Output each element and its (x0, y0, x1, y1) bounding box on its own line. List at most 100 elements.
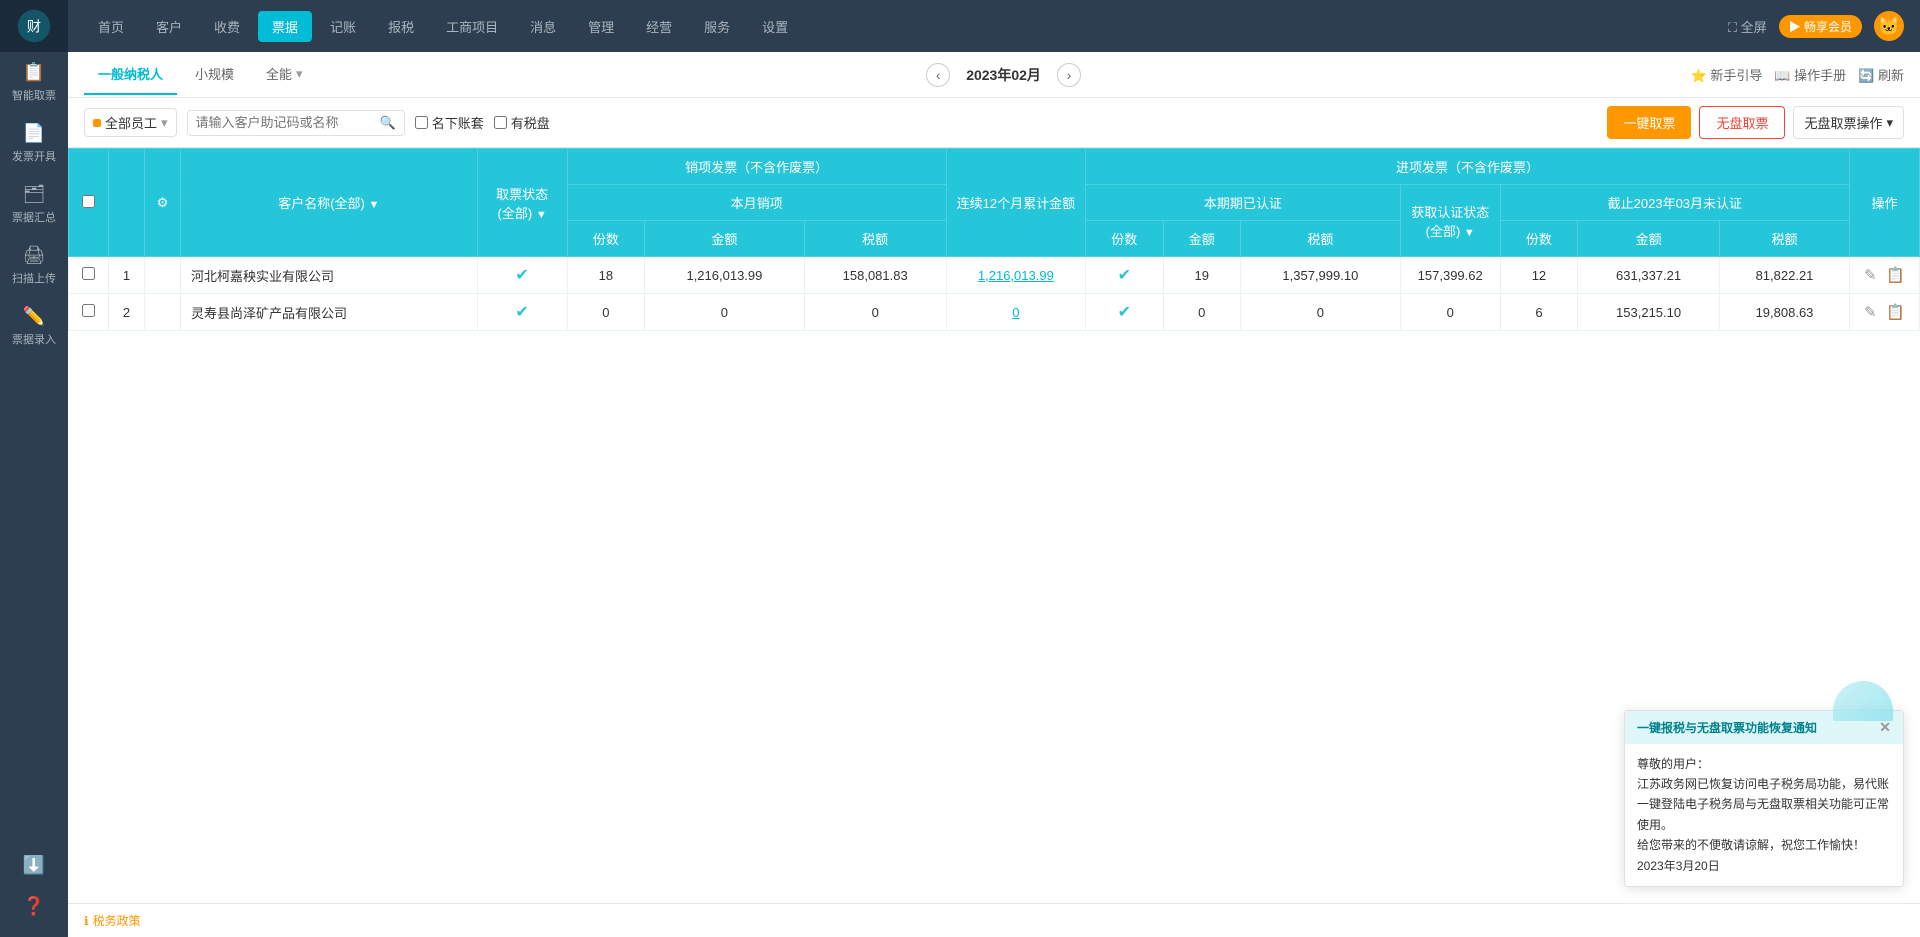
cumulative-link[interactable]: 1,216,013.99 (978, 268, 1054, 283)
notification-panel: 一键报税与无盘取票功能恢复通知 ✕ 尊敬的用户：江苏政务网已恢复访问电子税务局功… (1624, 710, 1904, 887)
sidebar-item-smart-ticket[interactable]: 📋 智能取票 (0, 52, 68, 113)
search-icon[interactable]: 🔍 (380, 115, 396, 131)
sidebar-item-download[interactable]: ⬇️ (0, 845, 68, 886)
th-sales-qty: 份数 (567, 221, 644, 257)
row-checkbox[interactable] (82, 267, 95, 280)
row-checkbox[interactable] (82, 304, 95, 317)
nav-home[interactable]: 首页 (84, 11, 138, 42)
recog-check-icon: ✔ (1118, 304, 1131, 321)
vip-btn[interactable]: ▶ 畅享会员 (1779, 15, 1862, 38)
xia-label: 名下账套 (432, 113, 484, 132)
nav-customer[interactable]: 客户 (142, 11, 196, 42)
tab-general-taxpayer[interactable]: 一般纳税人 (84, 54, 177, 95)
manual-btn[interactable]: 📖 操作手册 (1774, 65, 1846, 84)
search-input[interactable] (196, 115, 376, 130)
row-sales-amount: 0 (645, 294, 805, 331)
fullscreen-btn[interactable]: ⛶ 全屏 (1728, 17, 1767, 36)
tax-policy-link[interactable]: ℹ 税务政策 (84, 912, 141, 929)
refresh-btn[interactable]: 🔄 刷新 (1858, 65, 1904, 84)
help-icon: ❓ (23, 896, 45, 917)
refresh-icon: 🔄 (1858, 68, 1874, 83)
th-recog-amount: 金额 (1163, 221, 1240, 257)
sidebar-item-scan-upload[interactable]: 🖨 扫描上传 (0, 235, 68, 296)
scan-upload-icon: 🖨 (23, 245, 46, 266)
user-avatar[interactable]: 🐱 (1874, 11, 1904, 41)
notification-text: 尊敬的用户：江苏政务网已恢复访问电子税务局功能，易代账一键登陆电子税务局与无盘取… (1637, 754, 1891, 876)
cumulative-link[interactable]: 0 (1012, 305, 1019, 320)
tax-disk-checkbox[interactable] (494, 116, 507, 129)
nav-settings[interactable]: 设置 (748, 11, 802, 42)
employee-label: 全部员工 (105, 113, 157, 132)
sidebar-item-invoice-issue[interactable]: 📄 发票开具 (0, 113, 68, 174)
toolbar-right: 一键取票 无盘取票 无盘取票操作 ▾ (1607, 106, 1904, 139)
sidebar-item-ticket-summary[interactable]: 🗂 票据汇总 (0, 174, 68, 235)
table-row: 2 灵寿县尚泽矿产品有限公司 ✔ 0 0 0 0 ✔ 0 0 0 6 153,2… (69, 294, 1920, 331)
row-customer: 灵寿县尚泽矿产品有限公司 (181, 294, 478, 331)
manual-icon: 📖 (1774, 68, 1790, 83)
nav-invoice[interactable]: 票据 (258, 11, 312, 42)
all-tab-dropdown-icon[interactable]: ▾ (296, 66, 303, 82)
nav-service[interactable]: 服务 (690, 11, 744, 42)
row-sales-tax: 158,081.83 (804, 257, 946, 294)
th-ops: 操作 (1850, 149, 1920, 257)
nav-manage[interactable]: 管理 (574, 11, 628, 42)
nav-operation[interactable]: 经营 (632, 11, 686, 42)
row-customer: 河北柯嘉秧实业有限公司 (181, 257, 478, 294)
th-gear: ⚙ (145, 149, 181, 257)
th-recog-status: 获取认证状态(全部) ▼ (1400, 185, 1500, 257)
detail-btn[interactable]: 📋 (1886, 304, 1905, 321)
one-click-btn[interactable]: 一键取票 (1607, 106, 1691, 139)
nav-fee[interactable]: 收费 (200, 11, 254, 42)
prev-month-btn[interactable]: ‹ (926, 63, 950, 87)
app-logo: 财 (0, 0, 68, 52)
row-recog-qty: 19 (1163, 257, 1240, 294)
row-unrecog-tax: 81,822.21 (1720, 257, 1850, 294)
notification-close-btn[interactable]: ✕ (1879, 719, 1891, 736)
no-disk-btn[interactable]: 无盘取票 (1699, 106, 1785, 139)
edit-btn[interactable]: ✎ (1864, 267, 1877, 284)
row-sales-amount: 1,216,013.99 (645, 257, 805, 294)
edit-btn[interactable]: ✎ (1864, 304, 1877, 321)
no-disk-ops-btn[interactable]: 无盘取票操作 ▾ (1793, 106, 1904, 139)
status-filter-icon[interactable]: ▼ (536, 209, 547, 221)
row-recog-tax: 0 (1400, 294, 1500, 331)
xia-checkbox-wrap[interactable]: 名下账套 (415, 113, 484, 132)
row-cumulative: 0 (946, 294, 1085, 331)
th-month-recog: 本期期已认证 (1086, 185, 1401, 221)
new-guide-btn[interactable]: ⭐ 新手引导 (1691, 65, 1763, 84)
tab-small-scale[interactable]: 小规模 (181, 54, 248, 95)
nav-business[interactable]: 工商项目 (432, 11, 512, 42)
row-recog-amount: 0 (1241, 294, 1401, 331)
sidebar-item-label: 智能取票 (12, 87, 56, 103)
th-unrecog: 截止2023年03月未认证 (1500, 185, 1849, 221)
ticket-entry-icon: ✏️ (23, 306, 45, 327)
sidebar-item-ticket-entry[interactable]: ✏️ 票据录入 (0, 296, 68, 357)
customer-filter-icon[interactable]: ▼ (369, 199, 380, 211)
row-sales-qty: 18 (567, 257, 644, 294)
row-actions: ✎ 📋 (1850, 294, 1920, 331)
recog-filter-icon[interactable]: ▼ (1464, 227, 1475, 239)
detail-btn[interactable]: 📋 (1886, 267, 1905, 284)
xia-checkbox[interactable] (415, 116, 428, 129)
employee-select[interactable]: 全部员工 ▾ (84, 108, 177, 137)
row-checkbox-cell[interactable] (69, 294, 109, 331)
th-recog-qty: 份数 (1086, 221, 1163, 257)
nav-accounting[interactable]: 记账 (316, 11, 370, 42)
status-check-icon: ✔ (515, 304, 528, 321)
nav-tax[interactable]: 报税 (374, 11, 428, 42)
row-unrecog-tax: 19,808.63 (1720, 294, 1850, 331)
select-all-checkbox[interactable] (82, 195, 95, 208)
tax-disk-checkbox-wrap[interactable]: 有税盘 (494, 113, 550, 132)
nav-message[interactable]: 消息 (516, 11, 570, 42)
new-guide-icon: ⭐ (1691, 68, 1707, 83)
row-checkbox-cell[interactable] (69, 257, 109, 294)
ticket-summary-icon: 🗂 (23, 184, 46, 205)
invoice-issue-icon: 📄 (23, 123, 45, 144)
tab-all[interactable]: 全能 ▾ (252, 54, 317, 95)
sidebar-bottom: ⬇️ ❓ (0, 845, 68, 937)
tax-disk-label: 有税盘 (511, 113, 550, 132)
next-month-btn[interactable]: › (1057, 63, 1081, 87)
th-checkbox (69, 149, 109, 257)
svg-text:财: 财 (27, 18, 41, 35)
sidebar-item-help[interactable]: ❓ (0, 886, 68, 927)
